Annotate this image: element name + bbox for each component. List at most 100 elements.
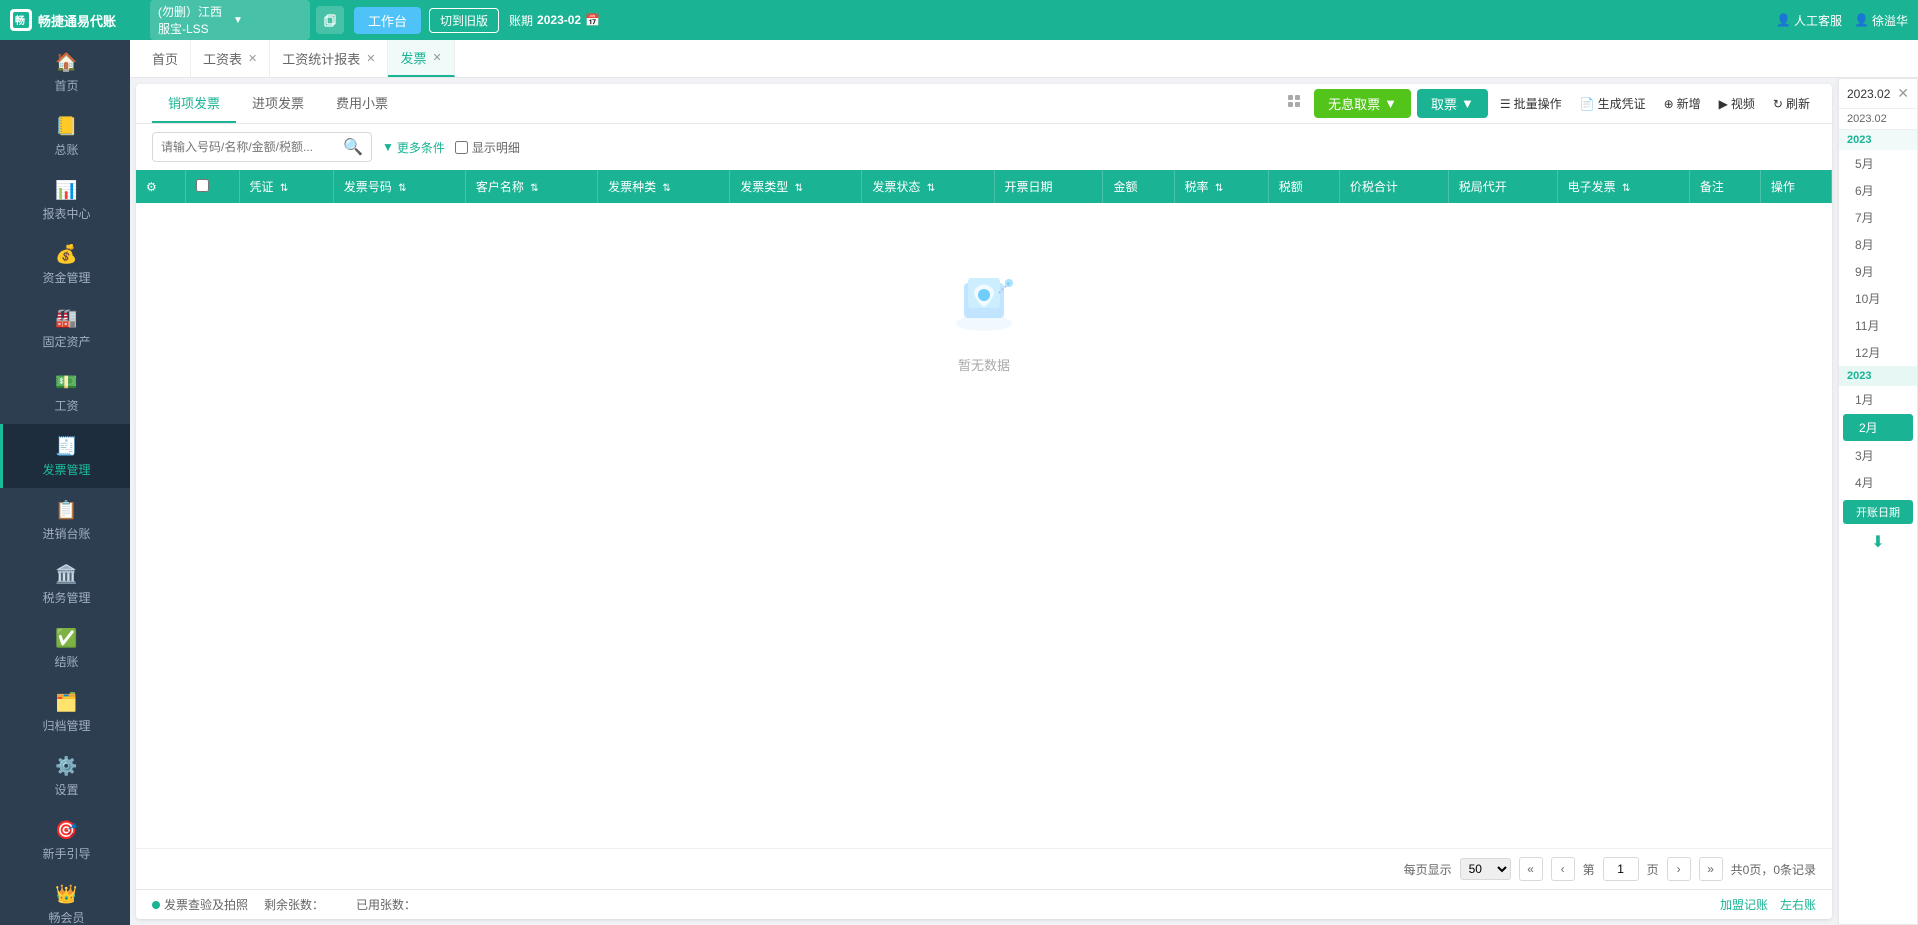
tab-salary-stat[interactable]: 工资统计报表 ✕ bbox=[270, 40, 388, 77]
used-label: 已用张数： bbox=[356, 896, 416, 913]
col-tax-code[interactable]: 税局代开 bbox=[1448, 170, 1557, 203]
data-table: ⚙ 凭证 ⇅ 发票号码 ⇅ 客户名称 ⇅ 发票种类 ⇅ 发票类型 ⇅ 发票状态 … bbox=[136, 170, 1832, 203]
switch-old-button[interactable]: 切到旧版 bbox=[429, 8, 499, 33]
tab-salary-stat-close[interactable]: ✕ bbox=[366, 52, 375, 65]
col-customer[interactable]: 客户名称 ⇅ bbox=[465, 170, 597, 203]
sidebar-item-ledger[interactable]: 📒 总账 bbox=[0, 104, 130, 168]
col-invoice-cat[interactable]: 发票类型 ⇅ bbox=[730, 170, 862, 203]
col-checkbox[interactable] bbox=[185, 170, 239, 203]
first-page-btn[interactable]: « bbox=[1519, 857, 1543, 881]
col-open-date[interactable]: 开票日期 bbox=[994, 170, 1103, 203]
sidebar-item-sales-ledger[interactable]: 📋 进销台账 bbox=[0, 488, 130, 552]
batch-op-btn[interactable]: ☰ 批量操作 bbox=[1494, 91, 1568, 116]
sidebar-label-home: 首页 bbox=[54, 77, 78, 94]
open-period-btn[interactable]: 开账日期 bbox=[1843, 500, 1913, 524]
period-month-7[interactable]: 7月 bbox=[1839, 204, 1917, 231]
period-panel-close[interactable]: ✕ bbox=[1897, 85, 1909, 102]
col-operation[interactable]: 操作 bbox=[1760, 170, 1831, 203]
sidebar-item-invoice[interactable]: 🧾 发票管理 bbox=[0, 424, 130, 488]
show-detail-label: 显示明细 bbox=[472, 139, 520, 156]
sidebar-item-tax[interactable]: 🏛️ 税务管理 bbox=[0, 552, 130, 616]
col-invoice-status[interactable]: 发票状态 ⇅ bbox=[862, 170, 994, 203]
col-invoice-type[interactable]: 发票种类 ⇅ bbox=[598, 170, 730, 203]
show-detail-check[interactable]: 显示明细 bbox=[455, 139, 520, 156]
search-icon[interactable]: 🔍 bbox=[343, 137, 363, 157]
period-month-5[interactable]: 5月 bbox=[1839, 150, 1917, 177]
grid-settings-btn[interactable] bbox=[1282, 89, 1308, 118]
tab-home[interactable]: 首页 bbox=[140, 40, 191, 77]
company-dropdown-arrow: ▼ bbox=[233, 15, 302, 26]
join-accounting-link[interactable]: 加盟记账 bbox=[1720, 896, 1768, 913]
archive-icon: 🗂️ bbox=[55, 692, 77, 713]
period-month-2023-4[interactable]: 4月 bbox=[1839, 469, 1917, 496]
period-dropdown-panel: 2023.02 ✕ 2023.02 2023 5月 6月 7月 8月 9月 10… bbox=[1838, 78, 1918, 925]
period-month-12[interactable]: 12月 bbox=[1839, 339, 1917, 366]
service-icon: 👤 bbox=[1776, 13, 1791, 27]
period-month-2023-2[interactable]: 2月 bbox=[1843, 414, 1913, 441]
get-invoice-btn[interactable]: 取票 ▼ bbox=[1417, 89, 1488, 118]
top-bar: 畅 畅捷通易代账 (勿删）江西服宝-LSS ▼ 工作台 切到旧版 账期 2023… bbox=[0, 0, 1918, 40]
tab-invoice-close[interactable]: ✕ bbox=[433, 51, 442, 64]
next-page-btn[interactable]: › bbox=[1667, 857, 1691, 881]
user-link[interactable]: 👤 徐溢华 bbox=[1854, 12, 1908, 29]
refresh-icon: ↻ bbox=[1773, 97, 1783, 111]
col-remark[interactable]: 备注 bbox=[1689, 170, 1760, 203]
sidebar-item-home[interactable]: 🏠 首页 bbox=[0, 40, 130, 104]
sort-invoice-type-icon: ⇅ bbox=[662, 183, 670, 194]
period-scroll-down[interactable]: ⬇ bbox=[1839, 528, 1917, 556]
sidebar-item-archive[interactable]: 🗂️ 归档管理 bbox=[0, 680, 130, 744]
workspace-button[interactable]: 工作台 bbox=[354, 7, 421, 34]
refresh-btn[interactable]: ↻ 刷新 bbox=[1767, 91, 1816, 116]
tab-invoice[interactable]: 发票 ✕ bbox=[388, 40, 454, 77]
sub-tab-sales[interactable]: 销项发票 bbox=[152, 84, 236, 123]
new-btn[interactable]: ⊕ 新增 bbox=[1658, 91, 1707, 116]
service-link[interactable]: 👤 人工客服 bbox=[1776, 12, 1842, 29]
sub-tab-purchase[interactable]: 进项发票 bbox=[236, 84, 320, 123]
new-label: 新增 bbox=[1677, 95, 1701, 112]
sidebar-item-guide[interactable]: 🎯 新手引导 bbox=[0, 808, 130, 872]
sub-tab-expense[interactable]: 费用小票 bbox=[320, 84, 404, 123]
col-voucher[interactable]: 凭证 ⇅ bbox=[239, 170, 333, 203]
sidebar-item-member[interactable]: 👑 畅会员 bbox=[0, 872, 130, 925]
per-page-select[interactable]: 50 10 20 100 bbox=[1460, 858, 1511, 880]
col-tax-total[interactable]: 价税合计 bbox=[1339, 170, 1448, 203]
sidebar-item-reports[interactable]: 📊 报表中心 bbox=[0, 168, 130, 232]
period-month-8[interactable]: 8月 bbox=[1839, 231, 1917, 258]
more-filter-btn[interactable]: ▼ 更多条件 bbox=[382, 139, 445, 156]
sidebar-item-settlement[interactable]: ✅ 结账 bbox=[0, 616, 130, 680]
company-selector[interactable]: (勿删）江西服宝-LSS ▼ bbox=[150, 0, 310, 40]
col-amount[interactable]: 金额 bbox=[1103, 170, 1174, 203]
search-input[interactable] bbox=[161, 140, 343, 154]
col-electronic[interactable]: 电子发票 ⇅ bbox=[1557, 170, 1689, 203]
period-edit-icon[interactable]: 📅 bbox=[585, 13, 600, 27]
gen-voucher-btn[interactable]: 📄 生成凭证 bbox=[1574, 91, 1652, 116]
sidebar-label-settlement: 结账 bbox=[54, 653, 78, 670]
prev-page-btn[interactable]: ‹ bbox=[1551, 857, 1575, 881]
sidebar-item-fixed-assets[interactable]: 🏭 固定资产 bbox=[0, 296, 130, 360]
period-month-11[interactable]: 11月 bbox=[1839, 312, 1917, 339]
sidebar-item-salary[interactable]: 💵 工资 bbox=[0, 360, 130, 424]
sort-voucher-icon: ⇅ bbox=[280, 183, 288, 194]
copy-company-btn[interactable] bbox=[316, 6, 344, 34]
col-tax-amount[interactable]: 税额 bbox=[1268, 170, 1339, 203]
show-detail-checkbox[interactable] bbox=[455, 141, 468, 154]
col-settings[interactable]: ⚙ bbox=[136, 170, 185, 203]
tab-salary-table-close[interactable]: ✕ bbox=[248, 52, 257, 65]
period-month-9[interactable]: 9月 bbox=[1839, 258, 1917, 285]
period-month-2023-3[interactable]: 3月 bbox=[1839, 442, 1917, 469]
period-month-6[interactable]: 6月 bbox=[1839, 177, 1917, 204]
no-invoice-btn[interactable]: 无息取票 ▼ bbox=[1314, 89, 1411, 118]
video-btn[interactable]: ▶ 视频 bbox=[1713, 91, 1761, 116]
col-tax-rate[interactable]: 税率 ⇅ bbox=[1174, 170, 1268, 203]
col-invoice-no[interactable]: 发票号码 ⇅ bbox=[333, 170, 465, 203]
period-value: 2023-02 bbox=[537, 13, 581, 27]
sidebar-item-settings[interactable]: ⚙️ 设置 bbox=[0, 744, 130, 808]
select-all-checkbox[interactable] bbox=[196, 179, 209, 192]
last-page-btn[interactable]: » bbox=[1699, 857, 1723, 881]
period-month-2023-1[interactable]: 1月 bbox=[1839, 386, 1917, 413]
tab-salary-table[interactable]: 工资表 ✕ bbox=[191, 40, 270, 77]
left-right-link[interactable]: 左右账 bbox=[1780, 896, 1816, 913]
sidebar-item-funds[interactable]: 💰 资金管理 bbox=[0, 232, 130, 296]
period-month-10[interactable]: 10月 bbox=[1839, 285, 1917, 312]
page-number-input[interactable] bbox=[1603, 857, 1639, 881]
